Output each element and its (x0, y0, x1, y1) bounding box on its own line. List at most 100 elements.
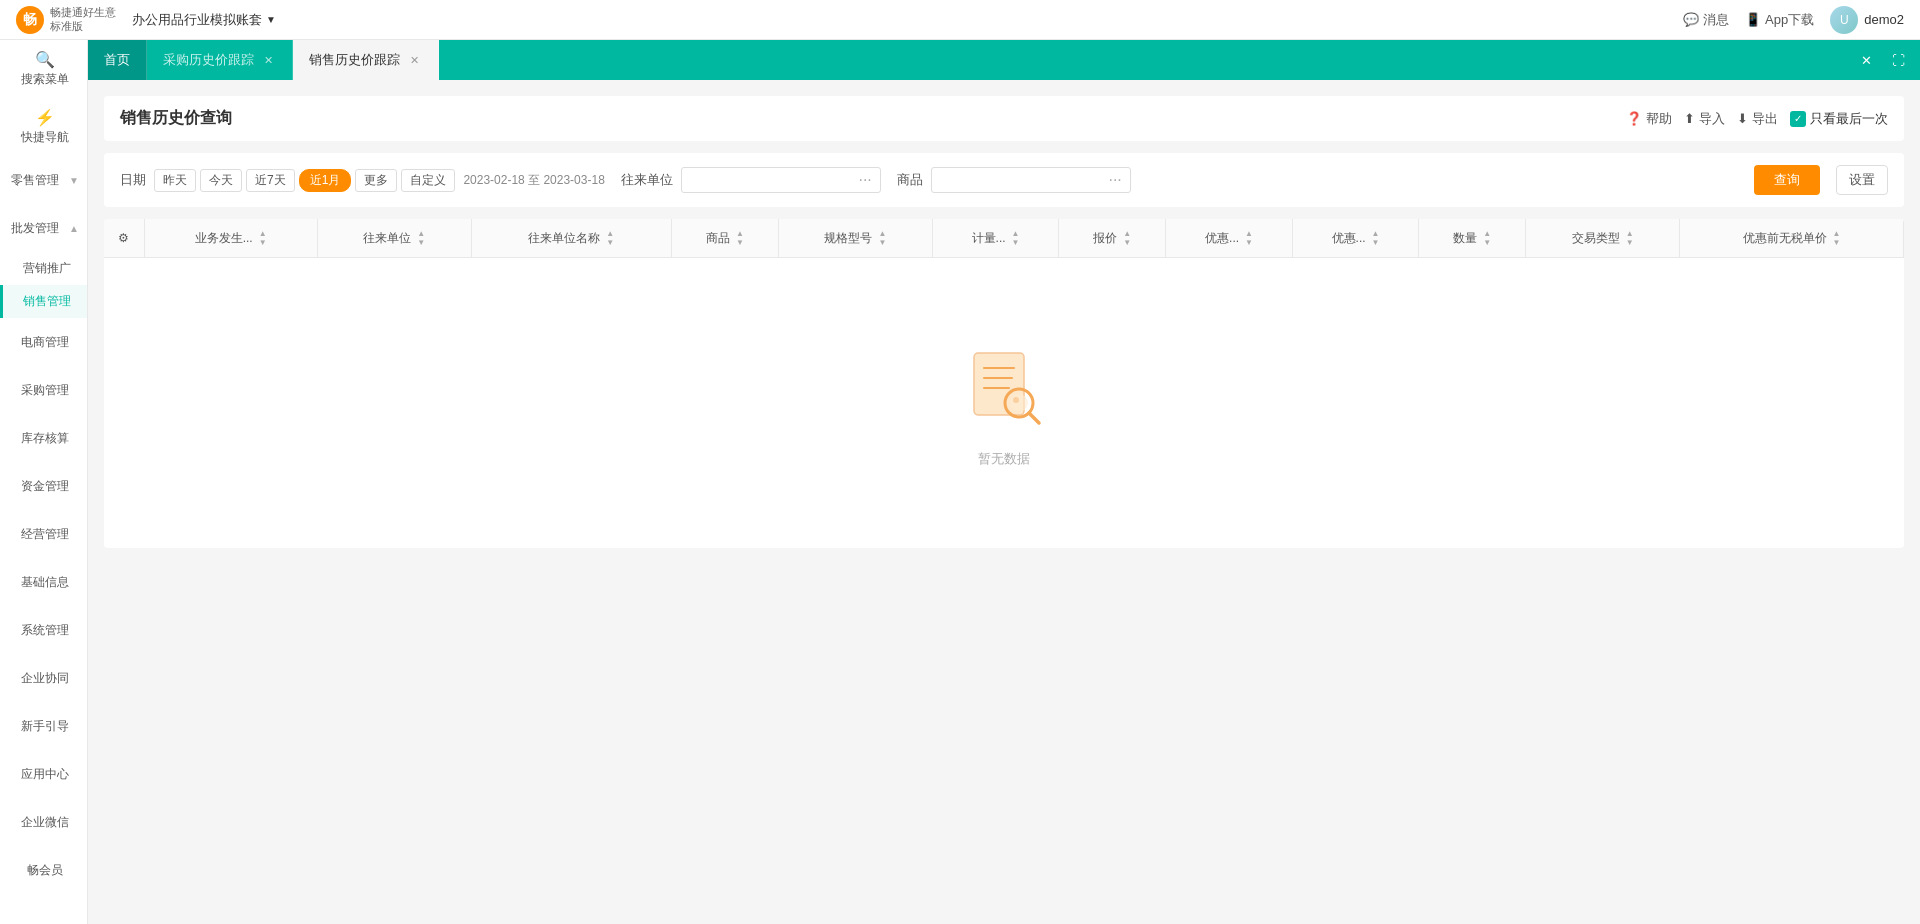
settings-button[interactable]: 设置 (1836, 165, 1888, 195)
product-input[interactable] (940, 173, 1109, 188)
sort-icons-biz-date: ▲▼ (259, 229, 267, 247)
empty-icon (954, 338, 1054, 438)
export-button[interactable]: ⬇ 导出 (1737, 110, 1778, 128)
tab-home[interactable]: 首页 (88, 40, 147, 80)
close-tab-button[interactable]: ✕ (1852, 46, 1880, 74)
sidebar-item-inventory-calc[interactable]: 库存核算 (0, 414, 87, 462)
sort-icons-trade-type: ▲▼ (1626, 229, 1634, 247)
date-btn-today[interactable]: 今天 (200, 169, 242, 192)
col-partner-name[interactable]: 往来单位名称 ▲▼ (471, 219, 672, 258)
sort-icons-discount1: ▲▼ (1245, 229, 1253, 247)
sidebar-item-search-menu[interactable]: 🔍 搜索菜单 (0, 40, 87, 98)
col-quantity[interactable]: 数量 ▲▼ (1419, 219, 1526, 258)
help-icon: ❓ (1626, 111, 1642, 126)
page-title: 销售历史价查询 (120, 108, 232, 129)
empty-state: 暂无数据 (104, 258, 1904, 548)
date-filter-group: 日期 昨天 今天 近7天 近1月 更多 自定义 2023-02-18 至 202… (120, 169, 605, 192)
data-table: ⚙ 业务发生... ▲▼ 往来 (104, 219, 1904, 258)
sort-icons-partner-code: ▲▼ (417, 229, 425, 247)
sidebar-item-sales-mgmt[interactable]: 销售管理 (0, 285, 87, 318)
sidebar-item-app-center[interactable]: 应用中心 (0, 750, 87, 798)
svg-point-7 (1013, 397, 1019, 403)
logo-icon: 畅 (16, 6, 44, 34)
sort-icons-pre-tax-price: ▲▼ (1833, 229, 1841, 247)
sidebar-item-enterprise-collab[interactable]: 企业协同 (0, 654, 87, 702)
sidebar-item-ecommerce-mgmt[interactable]: 电商管理 (0, 318, 87, 366)
sidebar-item-marketing[interactable]: 营销推广 (0, 252, 87, 285)
col-biz-date[interactable]: 业务发生... ▲▼ (144, 219, 317, 258)
tab-purchase-history[interactable]: 采购历史价跟踪 ✕ (147, 40, 293, 80)
date-buttons: 昨天 今天 近7天 近1月 更多 自定义 (154, 169, 455, 192)
product-label: 商品 (897, 171, 923, 189)
col-trade-type[interactable]: 交易类型 ▲▼ (1526, 219, 1680, 258)
sidebar-item-new-guide[interactable]: 新手引导 (0, 702, 87, 750)
svg-line-6 (1029, 413, 1039, 423)
logo-area: 畅 畅捷通好生意 标准版 (16, 6, 116, 34)
col-discount2[interactable]: 优惠... ▲▼ (1292, 219, 1419, 258)
tab-sales-history[interactable]: 销售历史价跟踪 ✕ (293, 40, 439, 80)
sidebar-item-system-mgmt[interactable]: 系统管理 (0, 606, 87, 654)
date-btn-more[interactable]: 更多 (355, 169, 397, 192)
tabs-bar: 首页 采购历史价跟踪 ✕ 销售历史价跟踪 ✕ ✕ ⛶ (88, 40, 1920, 80)
partner-input[interactable] (690, 173, 859, 188)
maximize-button[interactable]: ⛶ (1884, 46, 1912, 74)
help-button[interactable]: ❓ 帮助 (1626, 110, 1672, 128)
sidebar-item-member-card[interactable]: 畅会员 (0, 846, 87, 894)
sidebar-item-basic-info[interactable]: 基础信息 (0, 558, 87, 606)
app-container: 畅 畅捷通好生意 标准版 办公用品行业模拟账套 ▼ 💬 消息 📱 App下载 (0, 0, 1920, 924)
partner-filter-group: 往来单位 ··· (621, 167, 881, 193)
settings-col-icon[interactable]: ⚙ (118, 231, 129, 245)
date-btn-custom[interactable]: 自定义 (401, 169, 455, 192)
col-partner-code[interactable]: 往来单位 ▲▼ (317, 219, 471, 258)
date-btn-last7days[interactable]: 近7天 (246, 169, 295, 192)
col-settings: ⚙ (104, 219, 144, 258)
col-price[interactable]: 报价 ▲▼ (1059, 219, 1166, 258)
col-product[interactable]: 商品 ▲▼ (672, 219, 779, 258)
avatar: U (1830, 6, 1858, 34)
date-btn-last1month[interactable]: 近1月 (299, 169, 352, 192)
product-dots[interactable]: ··· (1108, 171, 1121, 189)
sidebar: 🔍 搜索菜单 ⚡ 快捷导航 零售管理 ▼ 批发管理 ▲ 营销推广 销售管理 (0, 40, 88, 924)
empty-text: 暂无数据 (978, 450, 1030, 468)
chevron-down-icon: ▼ (266, 14, 276, 25)
app-download-button[interactable]: 📱 App下载 (1745, 11, 1814, 29)
phone-icon: 📱 (1745, 12, 1761, 27)
chevron-up-icon: ▲ (69, 223, 79, 234)
date-btn-yesterday[interactable]: 昨天 (154, 169, 196, 192)
sidebar-item-retail-mgmt[interactable]: 零售管理 ▼ (0, 156, 87, 204)
message-button[interactable]: 💬 消息 (1683, 11, 1729, 29)
import-icon: ⬆ (1684, 111, 1695, 126)
tab-sales-history-close[interactable]: ✕ (406, 52, 422, 68)
sidebar-item-enterprise-wechat[interactable]: 企业微信 (0, 798, 87, 846)
sidebar-item-operation-mgmt[interactable]: 经营管理 (0, 510, 87, 558)
page-content: 销售历史价查询 ❓ 帮助 ⬆ 导入 ⬇ 导出 (88, 80, 1920, 924)
sidebar-item-quick-nav[interactable]: ⚡ 快捷导航 (0, 98, 87, 156)
sidebar-item-wholesale-mgmt[interactable]: 批发管理 ▲ (0, 204, 87, 252)
only-last-checkbox[interactable]: ✓ 只看最后一次 (1790, 110, 1888, 128)
import-button[interactable]: ⬆ 导入 (1684, 110, 1725, 128)
col-discount1[interactable]: 优惠... ▲▼ (1166, 219, 1293, 258)
message-icon: 💬 (1683, 12, 1699, 27)
sort-icons-spec: ▲▼ (878, 229, 886, 247)
company-selector[interactable]: 办公用品行业模拟账套 ▼ (124, 7, 284, 33)
col-spec[interactable]: 规格型号 ▲▼ (779, 219, 933, 258)
query-button[interactable]: 查询 (1754, 165, 1820, 195)
chevron-down-icon: ▼ (69, 175, 79, 186)
sort-icons-unit: ▲▼ (1012, 229, 1020, 247)
tab-purchase-history-close[interactable]: ✕ (260, 52, 276, 68)
svg-point-5 (1010, 394, 1028, 412)
sidebar-item-finance-mgmt[interactable]: 资金管理 (0, 462, 87, 510)
sidebar-item-purchase-mgmt[interactable]: 采购管理 (0, 366, 87, 414)
table-area: ⚙ 业务发生... ▲▼ 往来 (104, 219, 1904, 548)
partner-input-wrap[interactable]: ··· (681, 167, 881, 193)
product-input-wrap[interactable]: ··· (931, 167, 1131, 193)
col-unit[interactable]: 计量... ▲▼ (932, 219, 1059, 258)
col-pre-tax-price[interactable]: 优惠前无税单价 ▲▼ (1680, 219, 1904, 258)
logo-text: 畅捷通好生意 标准版 (50, 6, 116, 32)
top-bar-right: 💬 消息 📱 App下载 U demo2 (1683, 6, 1904, 34)
partner-dots[interactable]: ··· (858, 171, 871, 189)
checkbox-icon: ✓ (1790, 111, 1806, 127)
user-avatar-area[interactable]: U demo2 (1830, 6, 1904, 34)
search-menu-icon: 🔍 (35, 50, 55, 69)
content-area: 首页 采购历史价跟踪 ✕ 销售历史价跟踪 ✕ ✕ ⛶ (88, 40, 1920, 924)
